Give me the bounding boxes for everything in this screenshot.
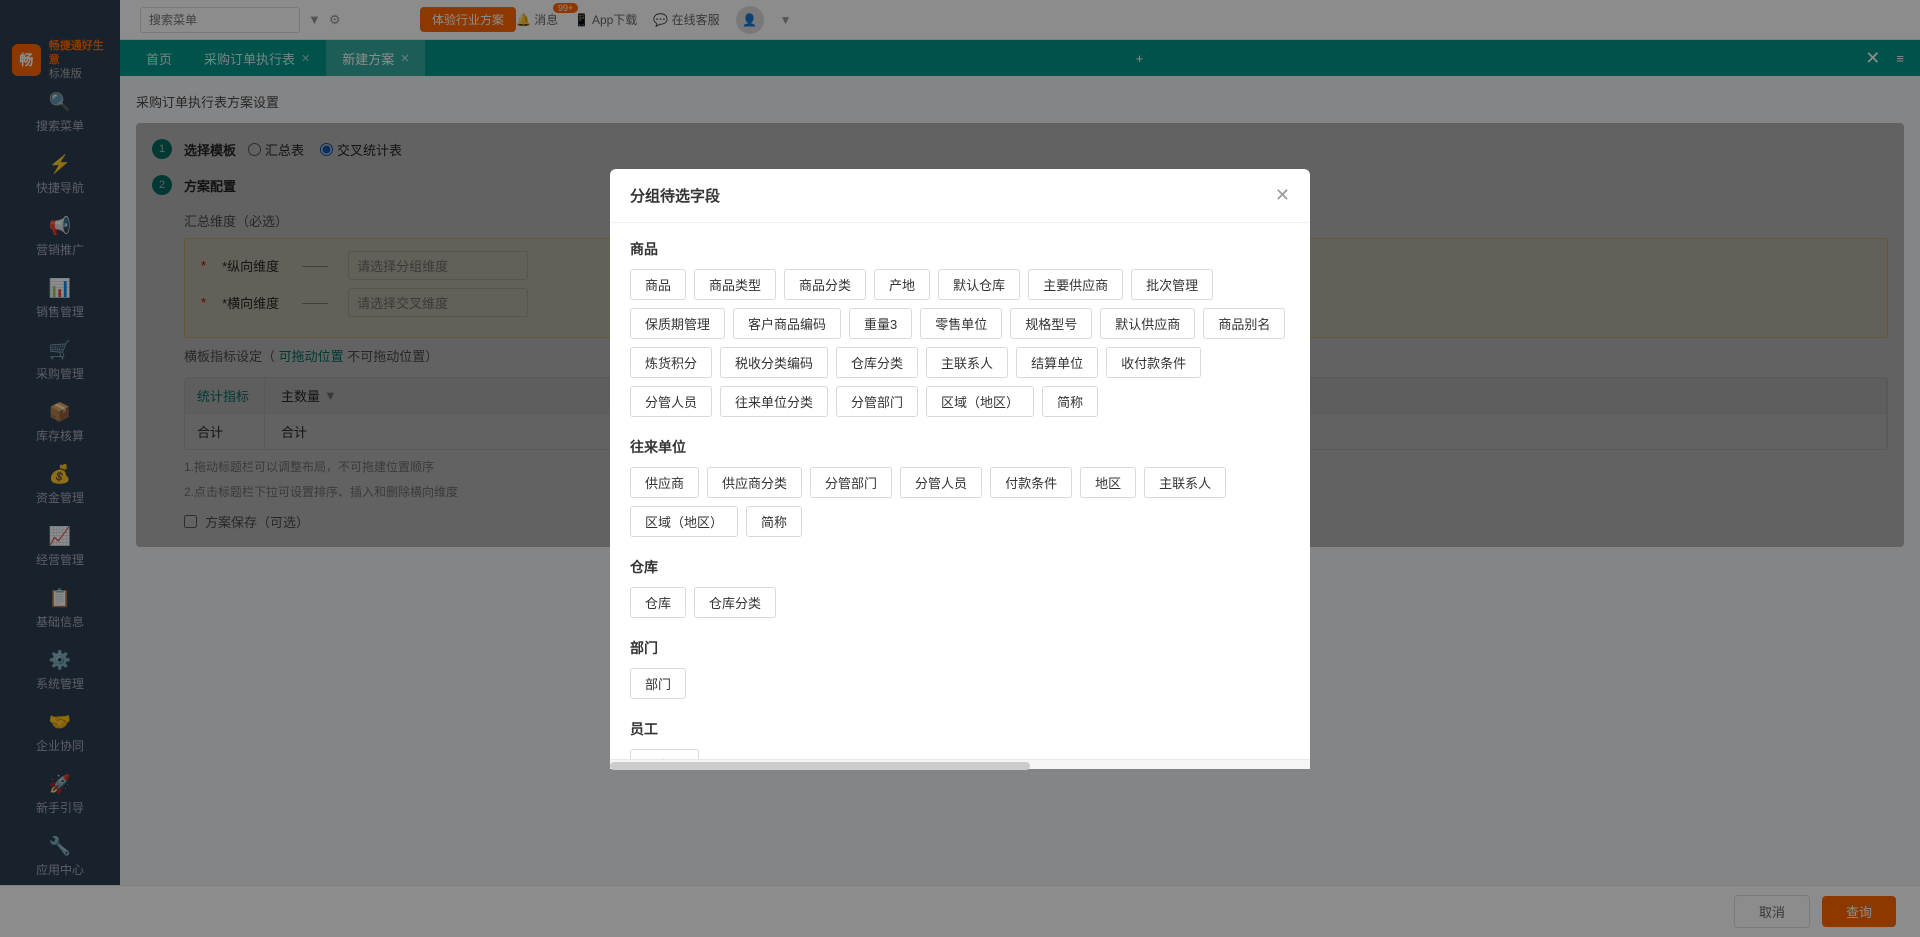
field-tag-goods-5[interactable]: 主要供应商: [1028, 269, 1123, 300]
field-tag-goods-12[interactable]: 默认供应商: [1100, 308, 1195, 339]
field-tag-warehouse-1[interactable]: 仓库分类: [694, 587, 776, 618]
field-tag-goods-20[interactable]: 分管人员: [630, 386, 712, 417]
field-tag-partner-2[interactable]: 分管部门: [810, 467, 892, 498]
modal-header: 分组待选字段 ✕: [610, 169, 1310, 223]
field-tag-goods-7[interactable]: 保质期管理: [630, 308, 725, 339]
field-tag-dept-0[interactable]: 部门: [630, 668, 686, 699]
field-tag-goods-14[interactable]: 炼货积分: [630, 347, 712, 378]
field-group-partners-title: 往来单位: [630, 437, 1290, 457]
field-tag-goods-19[interactable]: 收付款条件: [1106, 347, 1201, 378]
field-tag-partner-1[interactable]: 供应商分类: [707, 467, 802, 498]
field-tag-partner-3[interactable]: 分管人员: [900, 467, 982, 498]
horizontal-scrollbar[interactable]: [610, 759, 1310, 768]
field-tag-partner-5[interactable]: 地区: [1080, 467, 1136, 498]
field-tags-warehouse: 仓库 仓库分类: [630, 587, 1290, 618]
modal-body: 商品 商品 商品类型 商品分类 产地 默认仓库 主要供应商 批次管理 保质期管理…: [610, 223, 1310, 760]
field-tag-goods-21[interactable]: 往来单位分类: [720, 386, 828, 417]
field-tag-partner-6[interactable]: 主联系人: [1144, 467, 1226, 498]
field-tag-goods-11[interactable]: 规格型号: [1010, 308, 1092, 339]
field-tag-goods-17[interactable]: 主联系人: [926, 347, 1008, 378]
field-group-warehouse-title: 仓库: [630, 557, 1290, 577]
modal: 分组待选字段 ✕ 商品 商品 商品类型 商品分类 产地 默认仓库 主要供应商 批…: [610, 169, 1310, 769]
field-tag-partner-8[interactable]: 简称: [746, 506, 802, 537]
field-tag-partner-4[interactable]: 付款条件: [990, 467, 1072, 498]
field-tag-goods-15[interactable]: 税收分类编码: [720, 347, 828, 378]
field-tag-goods-24[interactable]: 简称: [1042, 386, 1098, 417]
field-tag-goods-9[interactable]: 重量3: [849, 308, 912, 339]
field-group-dept-title: 部门: [630, 638, 1290, 658]
field-tag-goods-18[interactable]: 结算单位: [1016, 347, 1098, 378]
field-tag-goods-23[interactable]: 区域（地区）: [926, 386, 1034, 417]
field-tag-goods-2[interactable]: 商品分类: [784, 269, 866, 300]
field-tag-partner-7[interactable]: 区域（地区）: [630, 506, 738, 537]
modal-title: 分组待选字段: [630, 185, 720, 206]
field-tag-warehouse-0[interactable]: 仓库: [630, 587, 686, 618]
field-tags-partners: 供应商 供应商分类 分管部门 分管人员 付款条件 地区 主联系人 区域（地区） …: [630, 467, 1290, 537]
field-tag-goods-10[interactable]: 零售单位: [920, 308, 1002, 339]
field-tag-goods-13[interactable]: 商品别名: [1203, 308, 1285, 339]
modal-close-button[interactable]: ✕: [1275, 186, 1290, 204]
field-tag-goods-8[interactable]: 客户商品编码: [733, 308, 841, 339]
field-tag-goods-3[interactable]: 产地: [874, 269, 930, 300]
field-tags-goods: 商品 商品类型 商品分类 产地 默认仓库 主要供应商 批次管理 保质期管理 客户…: [630, 269, 1290, 417]
field-tag-staff-0[interactable]: 业务员: [630, 749, 699, 760]
field-group-dept: 部门 部门: [630, 638, 1290, 699]
field-group-partners: 往来单位 供应商 供应商分类 分管部门 分管人员 付款条件 地区 主联系人 区域…: [630, 437, 1290, 537]
field-tags-staff: 业务员: [630, 749, 1290, 760]
field-tag-goods-6[interactable]: 批次管理: [1131, 269, 1213, 300]
field-tag-goods-4[interactable]: 默认仓库: [938, 269, 1020, 300]
field-group-goods: 商品 商品 商品类型 商品分类 产地 默认仓库 主要供应商 批次管理 保质期管理…: [630, 239, 1290, 417]
field-tag-goods-1[interactable]: 商品类型: [694, 269, 776, 300]
field-group-staff: 员工 业务员: [630, 719, 1290, 760]
scrollbar-thumb: [610, 762, 1030, 770]
field-group-warehouse: 仓库 仓库 仓库分类: [630, 557, 1290, 618]
modal-overlay: 分组待选字段 ✕ 商品 商品 商品类型 商品分类 产地 默认仓库 主要供应商 批…: [0, 0, 1920, 937]
field-group-staff-title: 员工: [630, 719, 1290, 739]
field-tag-goods-22[interactable]: 分管部门: [836, 386, 918, 417]
field-tag-goods-0[interactable]: 商品: [630, 269, 686, 300]
field-group-goods-title: 商品: [630, 239, 1290, 259]
field-tag-goods-16[interactable]: 仓库分类: [836, 347, 918, 378]
field-tag-partner-0[interactable]: 供应商: [630, 467, 699, 498]
field-tags-dept: 部门: [630, 668, 1290, 699]
